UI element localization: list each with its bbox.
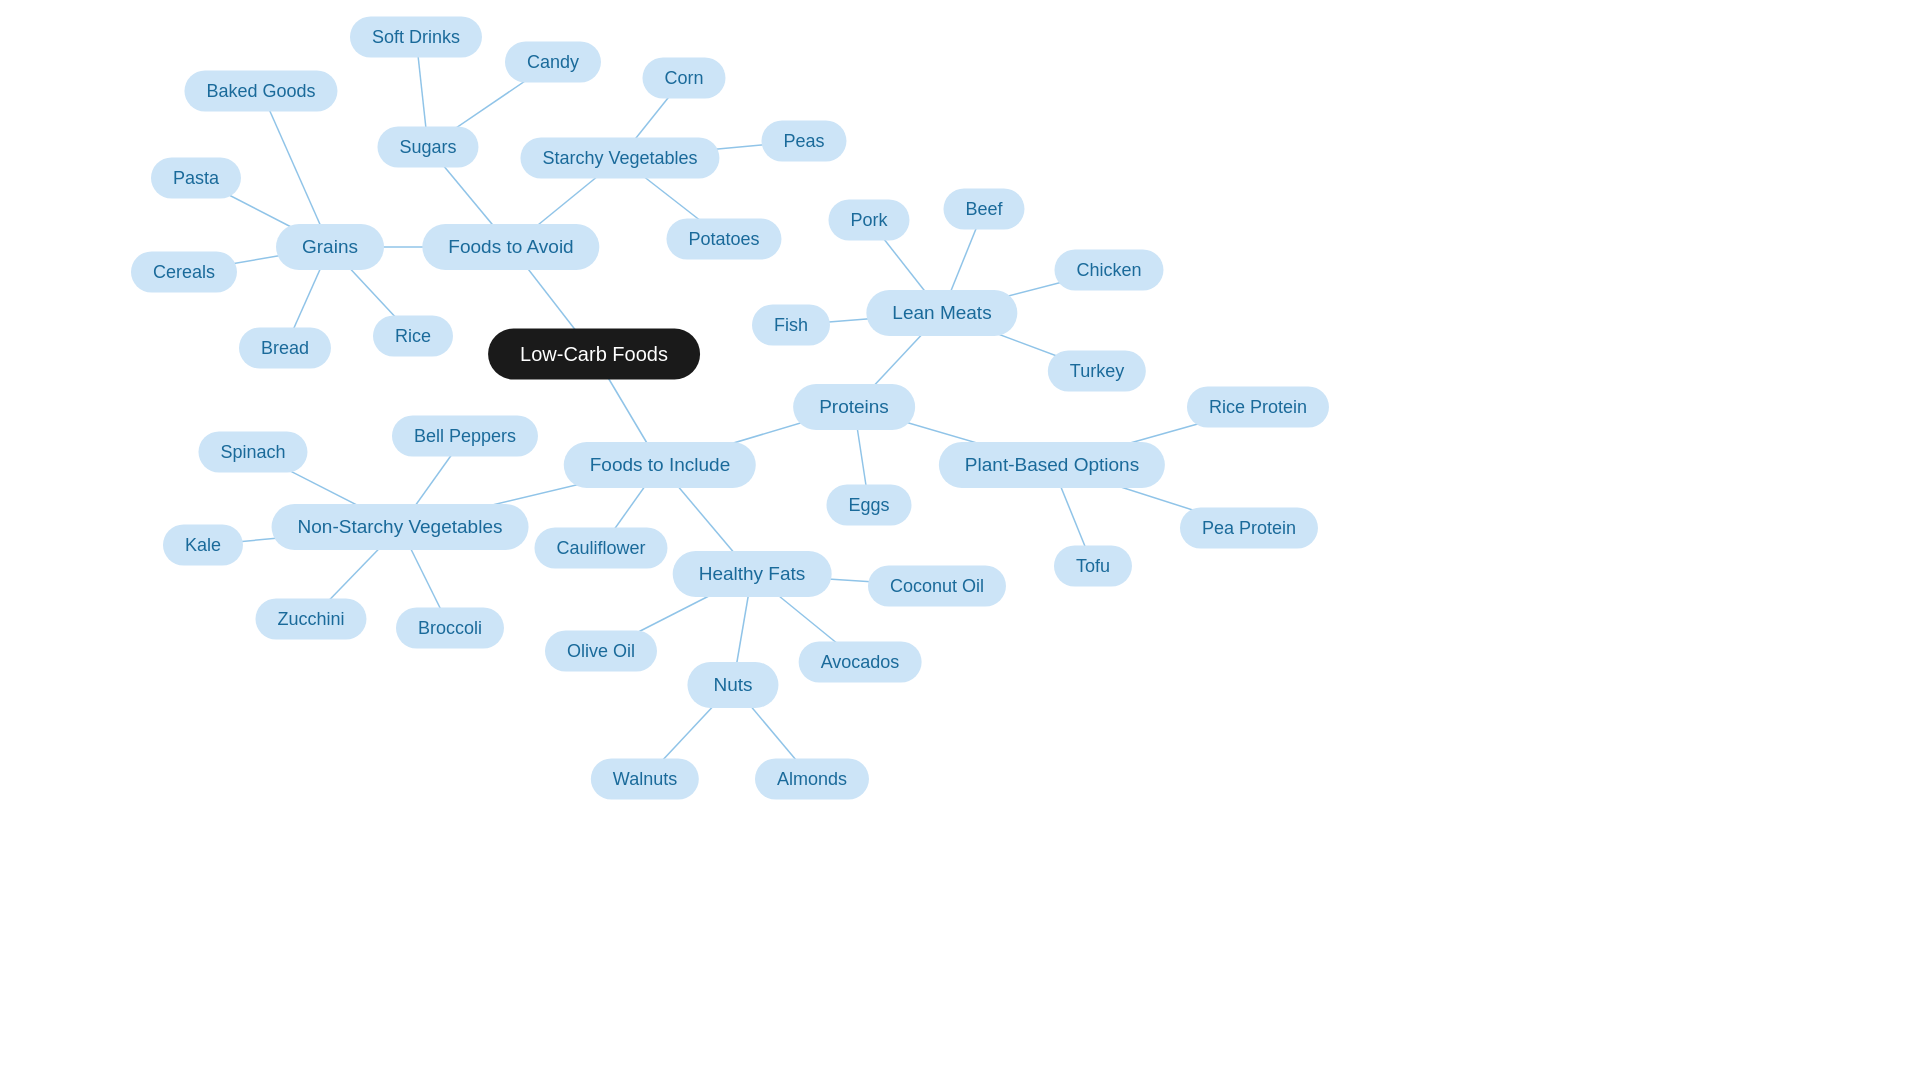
node-almonds[interactable]: Almonds [755,759,869,800]
mind-map: Low-Carb Foods Foods to Avoid Foods to Inc… [0,0,1920,1083]
node-baked-goods[interactable]: Baked Goods [184,71,337,112]
node-pasta[interactable]: Pasta [151,158,241,199]
node-lean-meats[interactable]: Lean Meats [866,290,1017,336]
node-fish[interactable]: Fish [752,305,830,346]
node-eggs[interactable]: Eggs [826,485,911,526]
node-tofu[interactable]: Tofu [1054,546,1132,587]
node-cauliflower[interactable]: Cauliflower [534,528,667,569]
node-proteins[interactable]: Proteins [793,384,915,430]
node-sugars[interactable]: Sugars [377,127,478,168]
node-zucchini[interactable]: Zucchini [255,599,366,640]
node-candy[interactable]: Candy [505,42,601,83]
node-starchy-veg[interactable]: Starchy Vegetables [520,138,719,179]
node-spinach[interactable]: Spinach [198,432,307,473]
node-foods-include[interactable]: Foods to Include [564,442,756,488]
node-grains[interactable]: Grains [276,224,384,270]
node-pork[interactable]: Pork [828,200,909,241]
node-foods-avoid[interactable]: Foods to Avoid [422,224,599,270]
node-nuts[interactable]: Nuts [687,662,778,708]
node-bell-peppers[interactable]: Bell Peppers [392,416,538,457]
node-corn[interactable]: Corn [642,58,725,99]
node-non-starchy-veg[interactable]: Non-Starchy Vegetables [272,504,529,550]
node-healthy-fats[interactable]: Healthy Fats [673,551,832,597]
node-rice[interactable]: Rice [373,316,453,357]
node-plant-based[interactable]: Plant-Based Options [939,442,1165,488]
node-broccoli[interactable]: Broccoli [396,608,504,649]
node-rice-protein[interactable]: Rice Protein [1187,387,1329,428]
node-bread[interactable]: Bread [239,328,331,369]
node-olive-oil[interactable]: Olive Oil [545,631,657,672]
node-pea-protein[interactable]: Pea Protein [1180,508,1318,549]
node-chicken[interactable]: Chicken [1054,250,1163,291]
node-peas[interactable]: Peas [761,121,846,162]
node-kale[interactable]: Kale [163,525,243,566]
node-potatoes[interactable]: Potatoes [666,219,781,260]
node-avocados[interactable]: Avocados [799,642,922,683]
node-root[interactable]: Low-Carb Foods [488,329,700,380]
node-beef[interactable]: Beef [943,189,1024,230]
node-walnuts[interactable]: Walnuts [591,759,699,800]
node-cereals[interactable]: Cereals [131,252,237,293]
node-turkey[interactable]: Turkey [1048,351,1146,392]
node-soft-drinks[interactable]: Soft Drinks [350,17,482,58]
node-coconut-oil[interactable]: Coconut Oil [868,566,1006,607]
